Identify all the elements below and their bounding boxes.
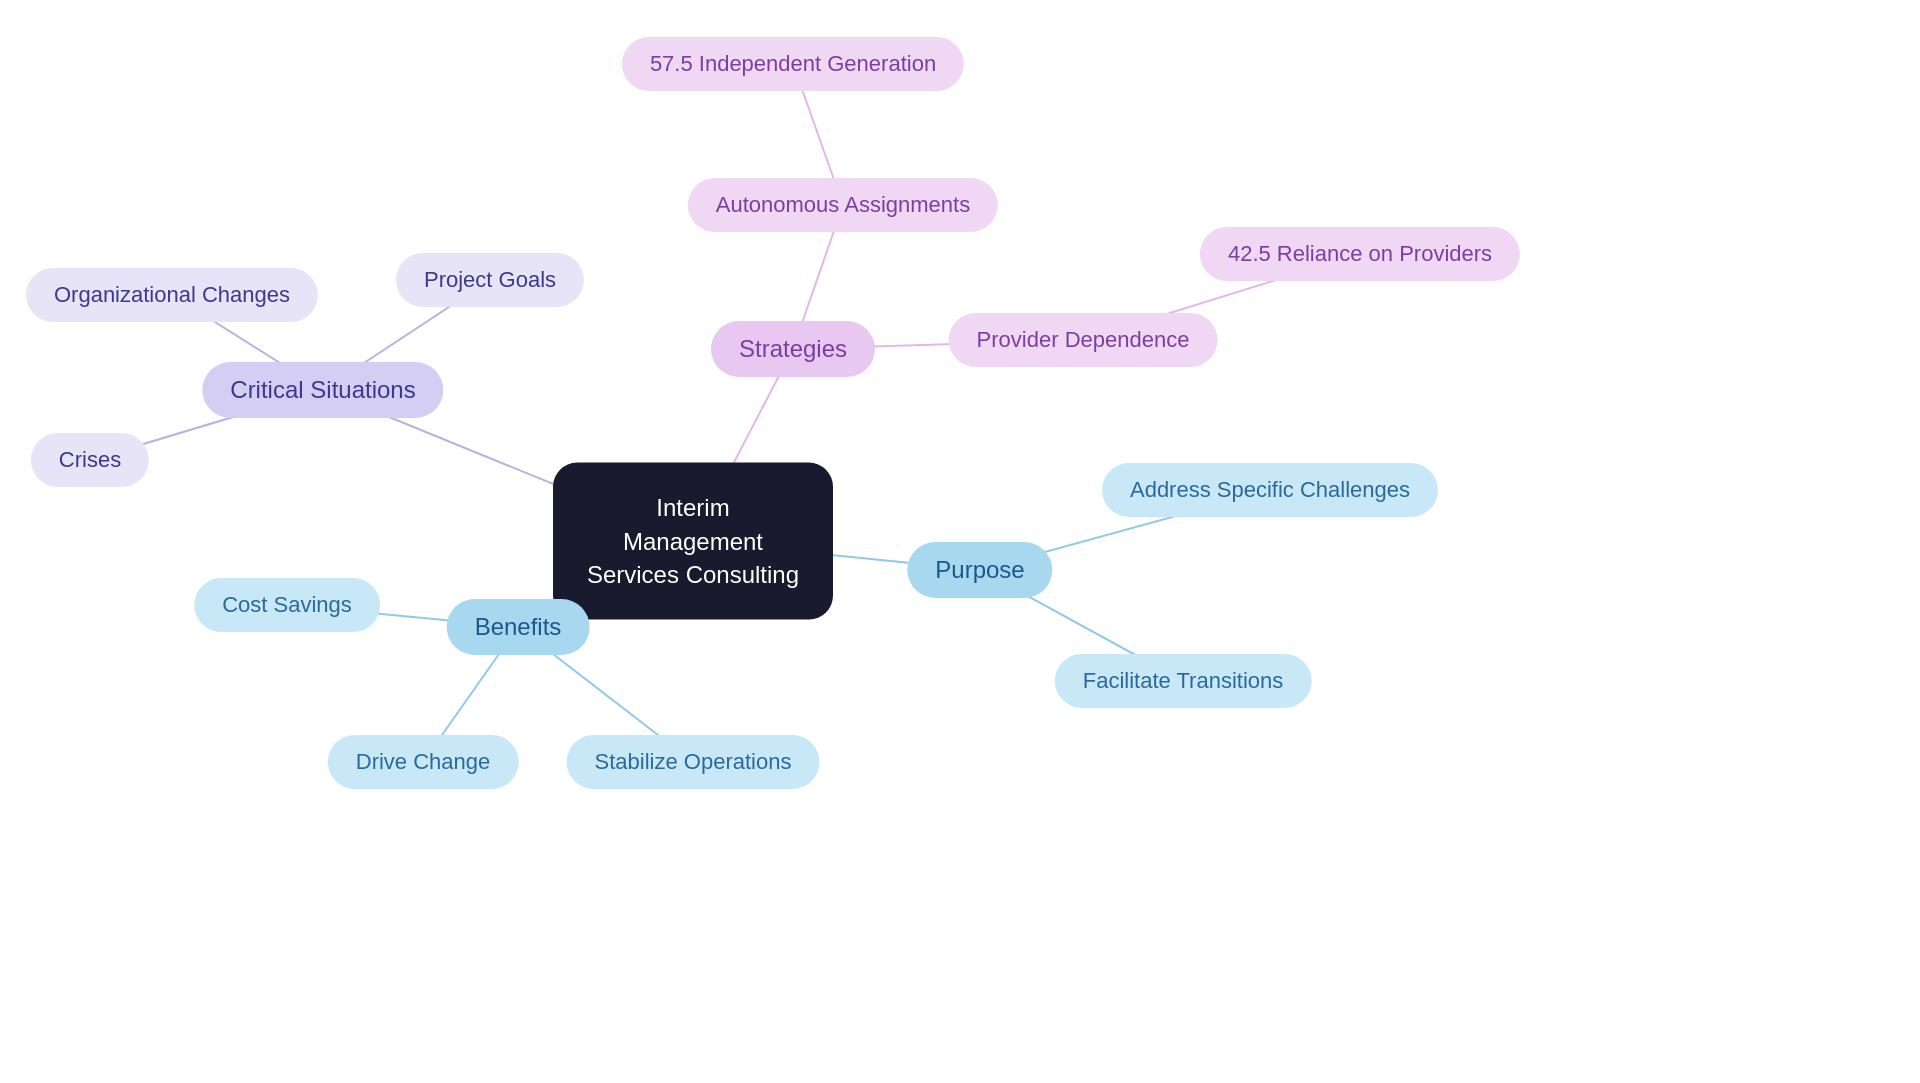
benefits-node[interactable]: Benefits [447, 599, 590, 655]
drive-change-node[interactable]: Drive Change [328, 735, 519, 789]
address-challenges-node[interactable]: Address Specific Challenges [1102, 463, 1438, 517]
provider-dependence-node[interactable]: Provider Dependence [949, 313, 1218, 367]
reliance-providers-node[interactable]: 42.5 Reliance on Providers [1200, 227, 1520, 281]
critical-situations-node[interactable]: Critical Situations [202, 362, 443, 418]
cost-savings-node[interactable]: Cost Savings [194, 578, 380, 632]
organizational-changes-node[interactable]: Organizational Changes [26, 268, 318, 322]
project-goals-node[interactable]: Project Goals [396, 253, 584, 307]
autonomous-assignments-node[interactable]: Autonomous Assignments [688, 178, 998, 232]
center-node[interactable]: Interim Management Services Consulting [553, 463, 833, 620]
strategies-node[interactable]: Strategies [711, 321, 875, 377]
crises-node[interactable]: Crises [31, 433, 149, 487]
facilitate-transitions-node[interactable]: Facilitate Transitions [1055, 654, 1312, 708]
independent-generation-node[interactable]: 57.5 Independent Generation [622, 37, 964, 91]
purpose-node[interactable]: Purpose [907, 542, 1052, 598]
stabilize-operations-node[interactable]: Stabilize Operations [567, 735, 820, 789]
